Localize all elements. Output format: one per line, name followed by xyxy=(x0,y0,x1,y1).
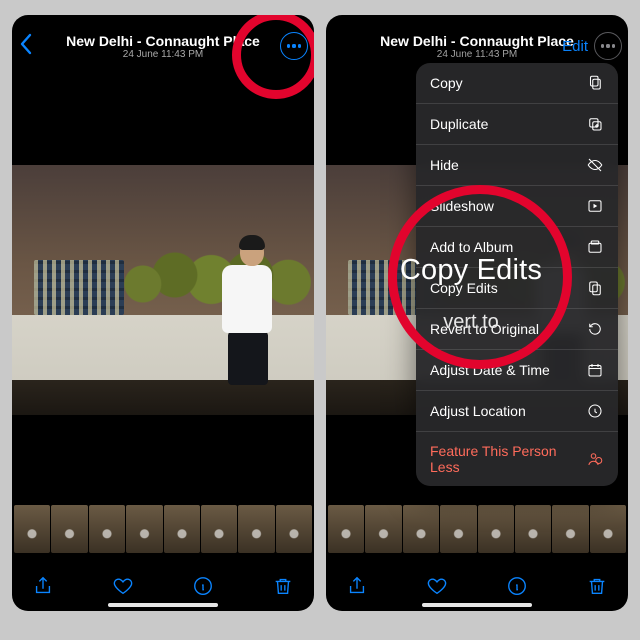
info-icon xyxy=(192,575,214,597)
device-notch xyxy=(104,15,222,35)
slideshow-icon xyxy=(586,197,604,215)
menu-item-label: Adjust Location xyxy=(430,403,526,419)
calendar-icon xyxy=(586,361,604,379)
thumbnail[interactable] xyxy=(89,505,125,553)
thumbnail[interactable] xyxy=(478,505,514,553)
thumbnail[interactable] xyxy=(164,505,200,553)
more-button[interactable] xyxy=(594,32,622,60)
nav-title: New Delhi - Connaught Place 24 June 11:4… xyxy=(380,33,574,61)
menu-item-label: Duplicate xyxy=(430,116,488,132)
menu-item-adjust-location[interactable]: Adjust Location xyxy=(416,391,618,432)
nav-subtitle-text: 24 June 11:43 PM xyxy=(437,49,517,61)
share-icon xyxy=(32,575,54,597)
thumbnail[interactable] xyxy=(14,505,50,553)
favorite-button[interactable] xyxy=(426,575,448,597)
more-button[interactable] xyxy=(280,32,308,60)
thumbnail[interactable] xyxy=(201,505,237,553)
ellipsis-icon xyxy=(601,44,615,47)
photo-content xyxy=(212,220,282,385)
heart-icon xyxy=(112,575,134,597)
trash-icon xyxy=(586,575,608,597)
photo-viewer[interactable] xyxy=(12,165,314,415)
person-less-icon xyxy=(586,450,604,468)
chevron-left-icon xyxy=(18,33,36,55)
share-button[interactable] xyxy=(346,575,368,597)
menu-item-duplicate[interactable]: Duplicate xyxy=(416,104,618,145)
device-notch xyxy=(418,15,536,35)
thumbnail[interactable] xyxy=(276,505,312,553)
album-icon xyxy=(586,238,604,256)
nav-title: New Delhi - Connaught Place 24 June 11:4… xyxy=(66,33,260,61)
phone-screenshot-right: New Delhi - Connaught Place 24 June 11:4… xyxy=(326,15,628,611)
home-indicator[interactable] xyxy=(108,603,218,607)
thumbnail[interactable] xyxy=(590,505,626,553)
thumbnail-strip[interactable] xyxy=(12,505,314,553)
revert-icon xyxy=(586,320,604,338)
delete-button[interactable] xyxy=(272,575,294,597)
thumbnail[interactable] xyxy=(552,505,588,553)
menu-item-copy[interactable]: Copy xyxy=(416,63,618,104)
info-icon xyxy=(506,575,528,597)
annotation-zoom: Copy Edits vert to xyxy=(398,200,544,340)
menu-item-label: Hide xyxy=(430,157,459,173)
info-button[interactable] xyxy=(506,575,528,597)
copy-icon xyxy=(586,74,604,92)
thumbnail[interactable] xyxy=(238,505,274,553)
location-icon xyxy=(586,402,604,420)
menu-item-label: Feature This Person Less xyxy=(430,443,586,475)
edit-button[interactable]: Edit xyxy=(562,38,588,55)
menu-item-hide[interactable]: Hide xyxy=(416,145,618,186)
share-icon xyxy=(346,575,368,597)
trash-icon xyxy=(272,575,294,597)
menu-item-adjust-date[interactable]: Adjust Date & Time xyxy=(416,350,618,391)
thumbnail[interactable] xyxy=(515,505,551,553)
annotation-zoom-text-secondary: vert to xyxy=(443,311,499,334)
duplicate-icon xyxy=(586,115,604,133)
menu-item-label: Copy xyxy=(430,75,463,91)
thumbnail[interactable] xyxy=(365,505,401,553)
heart-icon xyxy=(426,575,448,597)
copy-edits-icon xyxy=(586,279,604,297)
menu-item-feature-less[interactable]: Feature This Person Less xyxy=(416,432,618,486)
nav-title-text: New Delhi - Connaught Place xyxy=(380,33,574,49)
home-indicator[interactable] xyxy=(422,603,532,607)
thumbnail[interactable] xyxy=(126,505,162,553)
delete-button[interactable] xyxy=(586,575,608,597)
hide-icon xyxy=(586,156,604,174)
back-button[interactable] xyxy=(18,33,36,55)
menu-item-label: Adjust Date & Time xyxy=(430,362,550,378)
thumbnail[interactable] xyxy=(328,505,364,553)
phone-screenshot-left: New Delhi - Connaught Place 24 June 11:4… xyxy=(12,15,314,611)
share-button[interactable] xyxy=(32,575,54,597)
info-button[interactable] xyxy=(192,575,214,597)
thumbnail-strip[interactable] xyxy=(326,505,628,553)
thumbnail[interactable] xyxy=(403,505,439,553)
nav-subtitle-text: 24 June 11:43 PM xyxy=(123,49,203,61)
favorite-button[interactable] xyxy=(112,575,134,597)
photo-content xyxy=(12,380,314,415)
annotation-zoom-text: Copy Edits xyxy=(400,254,542,287)
nav-title-text: New Delhi - Connaught Place xyxy=(66,33,260,49)
thumbnail[interactable] xyxy=(51,505,87,553)
thumbnail[interactable] xyxy=(440,505,476,553)
ellipsis-icon xyxy=(287,44,301,47)
